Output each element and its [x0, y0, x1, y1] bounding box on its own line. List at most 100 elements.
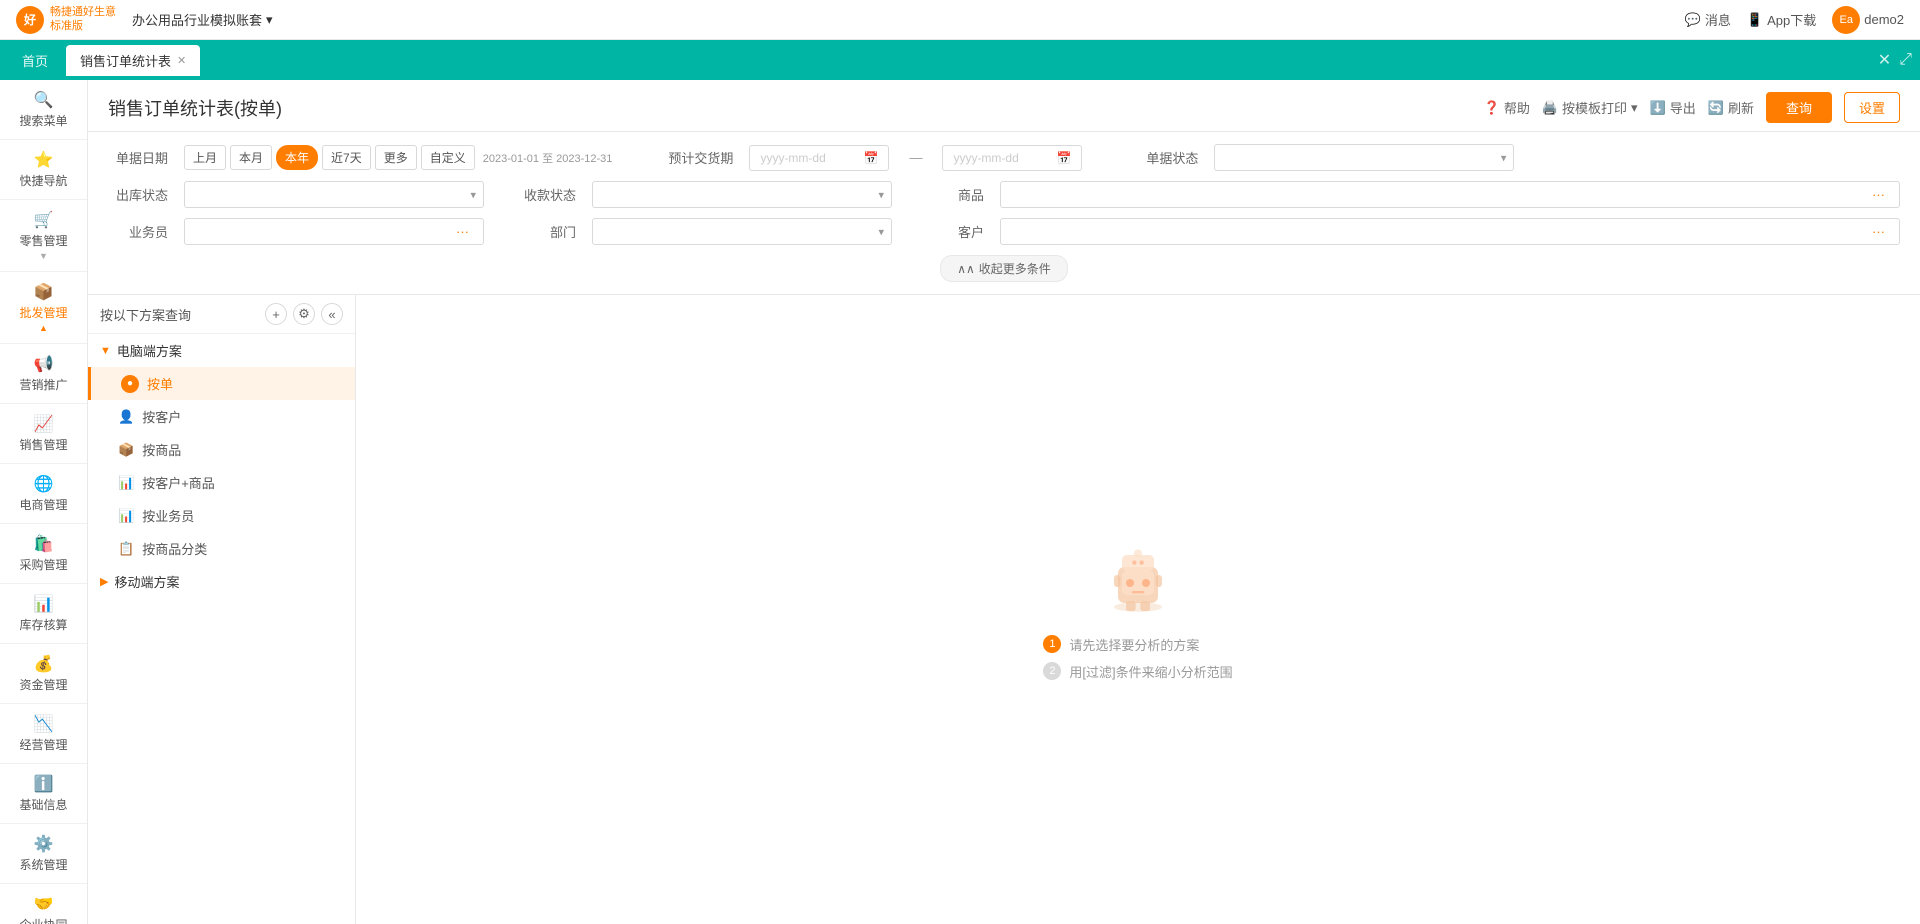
- page-title: 销售订单统计表(按单): [108, 95, 282, 121]
- last-month-btn[interactable]: 上月: [184, 145, 226, 170]
- settings-button[interactable]: 设置: [1844, 92, 1900, 123]
- tab-home[interactable]: 首页: [8, 45, 62, 76]
- chevron-right-icon: ▼: [39, 251, 48, 261]
- scheme-group-desktop-header[interactable]: ▼ 电脑端方案: [88, 334, 355, 367]
- salesperson-ellipsis[interactable]: ···: [452, 224, 473, 239]
- empty-tips: 1 请先选择要分析的方案 2 用[过滤]条件来缩小分析范围: [1043, 635, 1232, 681]
- operation-icon: 📉: [34, 714, 54, 734]
- logo-text: 畅捷通好生意 标准版: [50, 6, 116, 32]
- ecommerce-icon: 🌐: [34, 474, 54, 494]
- salesperson-label: 业务员: [108, 222, 168, 241]
- customer-input[interactable]: ···: [1000, 218, 1900, 245]
- user-avatar[interactable]: Ea demo2: [1832, 6, 1904, 34]
- department-select[interactable]: [592, 218, 892, 245]
- filter-row-1: 单据日期 上月 本月 本年 近7天 更多 自定义 2023-01-01 至 20…: [108, 144, 1900, 171]
- app-download-button[interactable]: 📱 App下载: [1747, 10, 1816, 29]
- customer-scheme-icon: 👤: [118, 409, 134, 425]
- customer-ellipsis[interactable]: ···: [1868, 224, 1889, 239]
- goods-ellipsis[interactable]: ···: [1868, 187, 1889, 202]
- scheme-list: ▼ 电脑端方案 ● 按单 👤 按客户: [88, 334, 355, 924]
- shipment-status-label: 出库状态: [108, 185, 168, 204]
- sidebar-item-operation[interactable]: 📉 经营管理: [0, 704, 87, 764]
- template-print-button[interactable]: 🖨️ 按模板打印 ▾: [1542, 98, 1638, 117]
- salesperson-scheme-icon: 📊: [118, 508, 134, 524]
- scheme-header-title: 按以下方案查询: [100, 305, 257, 324]
- finance-icon: 💰: [34, 654, 54, 674]
- last-7-days-btn[interactable]: 近7天: [322, 145, 371, 170]
- query-button[interactable]: 查询: [1766, 92, 1832, 123]
- tip-num-1: 1: [1043, 635, 1061, 653]
- scheme-item-by-salesperson[interactable]: 📊 按业务员: [88, 499, 355, 532]
- page-actions: ❓ 帮助 🖨️ 按模板打印 ▾ ⬇️ 导出 🔄 刷新 查询 设置: [1484, 92, 1900, 123]
- this-year-btn[interactable]: 本年: [276, 145, 318, 170]
- tab-sales-stats[interactable]: 销售订单统计表 ✕: [66, 45, 200, 76]
- filter-row-3: 业务员 ··· 部门 客户 ···: [108, 218, 1900, 245]
- refresh-button[interactable]: 🔄 刷新: [1708, 98, 1754, 117]
- doc-status-select-wrapper: [1214, 144, 1514, 171]
- logo-icon: 好: [16, 6, 44, 34]
- expected-delivery-start[interactable]: yyyy-mm-dd 📅: [749, 145, 889, 171]
- expected-delivery-label: 预计交货期: [668, 148, 733, 167]
- refresh-icon: 🔄: [1708, 100, 1724, 116]
- scheme-item-by-order[interactable]: ● 按单: [88, 367, 355, 400]
- custom-btn[interactable]: 自定义: [421, 145, 475, 170]
- sidebar-item-inventory[interactable]: 📊 库存核算: [0, 584, 87, 644]
- expected-delivery-end[interactable]: yyyy-mm-dd 📅: [942, 145, 1082, 171]
- download-icon: 📱: [1747, 12, 1763, 28]
- sidebar-item-quick-nav[interactable]: ⭐ 快捷导航: [0, 140, 87, 200]
- sidebar-item-sales[interactable]: 📈 销售管理: [0, 404, 87, 464]
- sidebar-item-basic[interactable]: ℹ️ 基础信息: [0, 764, 87, 824]
- scheme-group-mobile-header[interactable]: ▶ 移动端方案: [88, 565, 355, 598]
- scheme-group-desktop: ▼ 电脑端方案 ● 按单 👤 按客户: [88, 334, 355, 565]
- scheme-collapse-button[interactable]: «: [321, 303, 343, 325]
- empty-state-illustration: [1098, 539, 1178, 619]
- export-button[interactable]: ⬇️ 导出: [1650, 98, 1696, 117]
- payment-status-select[interactable]: [592, 181, 892, 208]
- sidebar-item-finance[interactable]: 💰 资金管理: [0, 644, 87, 704]
- tab-close-icon[interactable]: ✕: [177, 54, 186, 67]
- shipment-status-select[interactable]: [184, 181, 484, 208]
- print-chevron-icon: ▾: [1631, 100, 1638, 116]
- scheme-item-by-goods[interactable]: 📦 按商品: [88, 433, 355, 466]
- tab-bar: 首页 销售订单统计表 ✕ ✕ ⤢: [0, 40, 1920, 80]
- page-selector[interactable]: 办公用品行业模拟账套 ▾: [124, 6, 281, 33]
- sidebar-item-marketing[interactable]: 📢 营销推广: [0, 344, 87, 404]
- goods-input[interactable]: ···: [1000, 181, 1900, 208]
- print-icon: 🖨️: [1542, 100, 1558, 116]
- date-buttons: 上月 本月 本年 近7天 更多 自定义 2023-01-01 至 2023-12…: [184, 145, 612, 170]
- scheme-group-mobile: ▶ 移动端方案: [88, 565, 355, 598]
- two-panel: 按以下方案查询 + ⚙ «: [88, 295, 1920, 924]
- sidebar-item-retail[interactable]: 🛒 零售管理 ▼: [0, 200, 87, 272]
- empty-state: 1 请先选择要分析的方案 2 用[过滤]条件来缩小分析范围: [1043, 539, 1232, 681]
- scheme-item-by-customer-goods[interactable]: 📊 按客户+商品: [88, 466, 355, 499]
- sidebar-item-system[interactable]: ⚙️ 系统管理: [0, 824, 87, 884]
- scheme-add-button[interactable]: +: [265, 303, 287, 325]
- doc-status-select[interactable]: [1214, 144, 1514, 171]
- empty-tip-1: 1 请先选择要分析的方案: [1043, 635, 1232, 654]
- sidebar-item-purchase[interactable]: 🛍️ 采购管理: [0, 524, 87, 584]
- this-month-btn[interactable]: 本月: [230, 145, 272, 170]
- tab-close-window-icon[interactable]: ✕: [1878, 50, 1891, 70]
- sidebar-item-enterprise[interactable]: 🤝 企业协同: [0, 884, 87, 924]
- more-btn[interactable]: 更多: [375, 145, 417, 170]
- scheme-item-by-customer[interactable]: 👤 按客户: [88, 400, 355, 433]
- sidebar-item-search-menu[interactable]: 🔍 搜索菜单: [0, 80, 87, 140]
- avatar: Ea: [1832, 6, 1860, 34]
- sidebar-item-ecommerce[interactable]: 🌐 电商管理: [0, 464, 87, 524]
- retail-icon: 🛒: [34, 210, 54, 230]
- triangle-down-icon: ▼: [100, 345, 111, 357]
- help-button[interactable]: ❓ 帮助: [1484, 98, 1530, 117]
- date-separator: —: [905, 150, 926, 165]
- wholesale-icon: 📦: [34, 282, 54, 302]
- scheme-settings-button[interactable]: ⚙: [293, 303, 315, 325]
- tab-bar-actions: ✕ ⤢: [1878, 50, 1912, 70]
- scheme-item-by-goods-category[interactable]: 📋 按商品分类: [88, 532, 355, 565]
- empty-tip-2: 2 用[过滤]条件来缩小分析范围: [1043, 662, 1232, 681]
- sidebar-item-wholesale[interactable]: 📦 批发管理 ▲: [0, 272, 87, 344]
- tab-maximize-icon[interactable]: ⤢: [1899, 51, 1912, 69]
- filter-panel: 单据日期 上月 本月 本年 近7天 更多 自定义 2023-01-01 至 20…: [88, 132, 1920, 295]
- message-button[interactable]: 💬 消息: [1685, 10, 1731, 29]
- collapse-button[interactable]: ∧∧ 收起更多条件: [940, 255, 1068, 282]
- salesperson-input[interactable]: ···: [184, 218, 484, 245]
- inventory-icon: 📊: [34, 594, 54, 614]
